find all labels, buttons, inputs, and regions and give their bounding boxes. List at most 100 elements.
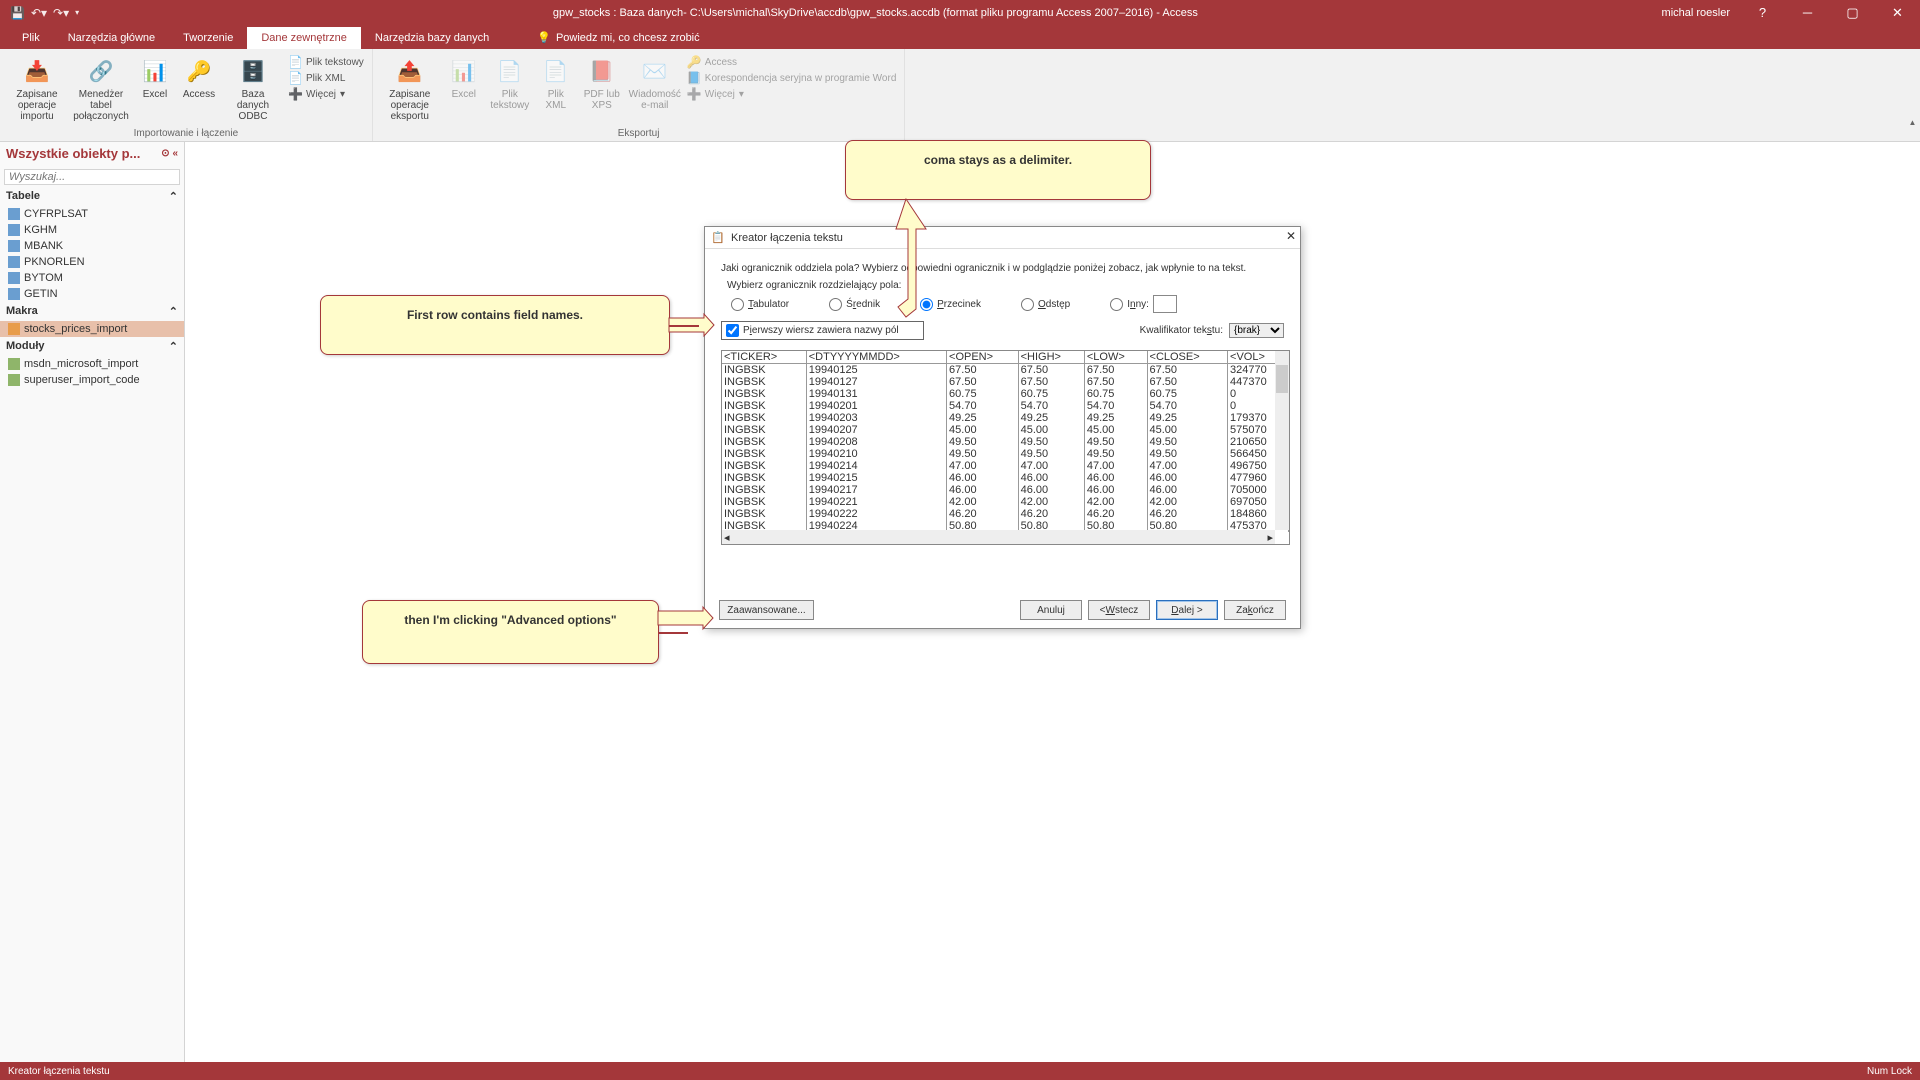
delimiter-radio-group: Tabulator Średnik Przecinek Odstęp Inny: (721, 291, 1284, 317)
linked-table-manager-button[interactable]: 🔗Menedżer tabel połączonych (72, 53, 130, 124)
ribbon-group-export: 📤Zapisane operacje eksportu 📊Excel 📄Plik… (373, 49, 906, 141)
chevron-down-icon[interactable]: ⊙ « (161, 148, 178, 159)
nav-header-label: Wszystkie obiekty p... (6, 146, 140, 161)
next-button[interactable]: Dalej > (1156, 600, 1218, 620)
xml-export-label: Plik XML (539, 89, 573, 111)
radio-tab[interactable]: Tabulator (731, 298, 789, 311)
excel-export-button[interactable]: 📊Excel (445, 53, 483, 102)
other-delimiter-input[interactable] (1153, 295, 1177, 313)
lightbulb-icon: 💡 (537, 31, 551, 44)
nav-header[interactable]: Wszystkie obiekty p... ⊙ « (0, 142, 184, 165)
tab-home[interactable]: Narzędzia główne (54, 27, 169, 49)
callout-advanced-text: then I'm clicking "Advanced options" (404, 613, 616, 627)
user-name[interactable]: michal roesler (1662, 7, 1740, 19)
module-superuser[interactable]: superuser_import_code (0, 372, 184, 388)
pdf-export-button[interactable]: 📕PDF lub XPS (581, 53, 623, 113)
help-icon[interactable]: ? (1740, 5, 1785, 21)
text-export-button[interactable]: 📄Plik tekstowy (489, 53, 531, 113)
macro-stocks-import[interactable]: stocks_prices_import (0, 321, 184, 337)
excel-import-label: Excel (143, 89, 167, 100)
tell-me-box[interactable]: 💡 Powiedz mi, co chcesz zrobić (523, 26, 713, 49)
table-mbank[interactable]: MBANK (0, 238, 184, 254)
maximize-icon[interactable]: ▢ (1830, 5, 1875, 21)
callout-first-row-text: First row contains field names. (407, 308, 583, 322)
dialog-title: Kreator łączenia tekstu (731, 232, 843, 244)
table-getin[interactable]: GETIN (0, 286, 184, 302)
table-cyfrplsat[interactable]: CYFRPLSAT (0, 206, 184, 222)
xml-file-import-button[interactable]: 📄Plik XML (288, 71, 364, 85)
email-export-label: Wiadomość e-mail (629, 89, 681, 111)
dialog-close-button[interactable]: ✕ (1286, 229, 1296, 243)
access-import-button[interactable]: 🔑Access (180, 53, 218, 102)
horizontal-scrollbar[interactable]: ◂ ▸ (722, 530, 1275, 544)
search-input[interactable] (4, 169, 180, 185)
module-msdn[interactable]: msdn_microsoft_import (0, 356, 184, 372)
tab-file[interactable]: Plik (8, 27, 54, 49)
scroll-right-icon[interactable]: ▸ (1267, 531, 1273, 544)
minimize-icon[interactable]: ─ (1785, 5, 1830, 21)
finish-button[interactable]: Zakończ (1224, 600, 1286, 620)
saved-exports-button[interactable]: 📤Zapisane operacje eksportu (381, 53, 439, 124)
advanced-button[interactable]: Zaawansowane... (719, 600, 814, 620)
linked-tables-label: Menedżer tabel połączonych (73, 89, 129, 122)
tab-external-data[interactable]: Dane zewnętrzne (247, 27, 361, 49)
radio-space[interactable]: Odstęp (1021, 298, 1070, 311)
access-import-label: Access (183, 89, 215, 100)
link-text-wizard-dialog: 📋 Kreator łączenia tekstu ✕ Jaki ogranic… (704, 226, 1301, 629)
radio-semicolon[interactable]: Średnik (829, 298, 880, 311)
collapse-icon[interactable]: ⌃ (169, 190, 178, 203)
access-export-button[interactable]: 🔑Access (687, 55, 897, 69)
undo-icon[interactable]: ↶▾ (31, 6, 47, 20)
status-left: Kreator łączenia tekstu (8, 1066, 110, 1077)
nav-category-tables[interactable]: Tabele⌃ (0, 187, 184, 206)
word-merge-button[interactable]: 📘 Korespondencja seryjna w programie Word (687, 71, 897, 85)
email-export-button[interactable]: ✉️Wiadomość e-mail (629, 53, 681, 113)
saved-imports-button[interactable]: 📥Zapisane operacje importu (8, 53, 66, 124)
collapse-icon[interactable]: ⌃ (169, 340, 178, 353)
xml-file-label: Plik XML (306, 73, 345, 84)
table-bytom[interactable]: BYTOM (0, 270, 184, 286)
more-import-button[interactable]: ➕Więcej ▾ (288, 87, 364, 101)
tab-db-tools[interactable]: Narzędzia bazy danych (361, 27, 503, 49)
cancel-button[interactable]: Anuluj (1020, 600, 1082, 620)
tab-create[interactable]: Tworzenie (169, 27, 247, 49)
word-merge-label: Korespondencja seryjna w programie Word (705, 73, 897, 84)
navigation-pane: Wszystkie obiekty p... ⊙ « Tabele⌃ CYFRP… (0, 142, 185, 1062)
nav-category-macros[interactable]: Makra⌃ (0, 302, 184, 321)
export-group-label: Eksportuj (381, 128, 897, 139)
text-qualifier-select[interactable]: {brak} (1229, 323, 1284, 338)
save-icon[interactable]: 💾 (10, 6, 25, 20)
xml-export-button[interactable]: 📄Plik XML (537, 53, 575, 113)
pdf-export-label: PDF lub XPS (583, 89, 621, 111)
more-export-button[interactable]: ➕Więcej ▾ (687, 87, 897, 101)
excel-import-button[interactable]: 📊Excel (136, 53, 174, 102)
saved-imports-label: Zapisane operacje importu (10, 89, 64, 122)
text-file-label: Plik tekstowy (306, 57, 364, 68)
access-export-label: Access (705, 57, 737, 68)
table-pknorlen[interactable]: PKNORLEN (0, 254, 184, 270)
tell-me-label: Powiedz mi, co chcesz zrobić (556, 32, 700, 44)
first-row-checkbox[interactable]: Pierwszy wiersz zawiera nazwy pól (721, 321, 924, 340)
odbc-import-button[interactable]: 🗄️Baza danych ODBC (224, 53, 282, 124)
nav-category-modules[interactable]: Moduły⌃ (0, 337, 184, 356)
close-icon[interactable]: ✕ (1875, 5, 1920, 21)
ribbon-group-import: 📥Zapisane operacje importu 🔗Menedżer tab… (0, 49, 373, 141)
ribbon-collapse-icon[interactable]: ▲ (1905, 118, 1920, 132)
more-icon: ➕ (687, 87, 701, 101)
back-button[interactable]: < Wstecz (1088, 600, 1150, 620)
redo-icon[interactable]: ↷▾ (53, 6, 69, 20)
word-icon: 📘 (687, 71, 701, 85)
text-qualifier-label: Kwalifikator tekstu: (1140, 325, 1223, 336)
saved-exports-label: Zapisane operacje eksportu (383, 89, 437, 122)
radio-other[interactable]: Inny: (1110, 295, 1177, 313)
table-kghm[interactable]: KGHM (0, 222, 184, 238)
collapse-icon[interactable]: ⌃ (169, 305, 178, 318)
qat-customize-icon[interactable]: ▾ (75, 8, 79, 17)
text-file-import-button[interactable]: 📄Plik tekstowy (288, 55, 364, 69)
vertical-scrollbar[interactable] (1275, 351, 1289, 530)
more-import-label: Więcej (306, 89, 336, 100)
ribbon: 📥Zapisane operacje importu 🔗Menedżer tab… (0, 49, 1920, 142)
scroll-left-icon[interactable]: ◂ (724, 531, 730, 544)
excel-export-label: Excel (452, 89, 476, 100)
more-icon: ➕ (288, 87, 302, 101)
